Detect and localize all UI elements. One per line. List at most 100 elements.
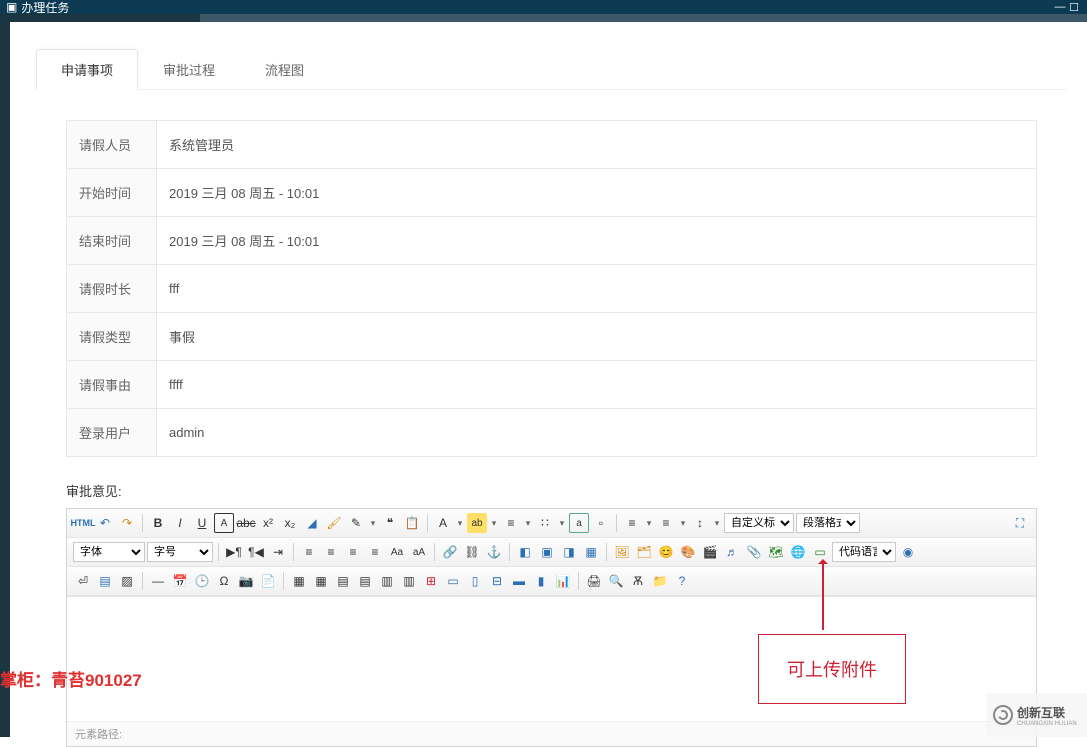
redo-icon[interactable]: ↷ (117, 513, 137, 533)
field-label: 请假事由 (67, 361, 157, 409)
dropdown-icon[interactable]: ▾ (557, 518, 567, 529)
emoji-icon[interactable]: 😊 (656, 542, 676, 562)
split-rows-icon[interactable]: ▬ (509, 571, 529, 591)
line-height-icon[interactable]: ≡ (656, 513, 676, 533)
dropdown-icon[interactable]: ▾ (712, 518, 722, 529)
tab-flowchart[interactable]: 流程图 (240, 49, 329, 90)
merge-down-icon[interactable]: ▯ (465, 571, 485, 591)
bold-icon[interactable]: B (148, 513, 168, 533)
insert-col-icon[interactable]: ▥ (377, 571, 397, 591)
unordered-list-icon[interactable]: ∷ (535, 513, 555, 533)
image-left-icon[interactable]: ◧ (515, 542, 535, 562)
dropdown-icon[interactable]: ▾ (523, 518, 533, 529)
line-spacing-icon[interactable]: ↕ (690, 513, 710, 533)
attachment-icon[interactable]: 📎 (744, 542, 764, 562)
ltr-icon[interactable]: ▶¶ (224, 542, 244, 562)
backcolor-icon[interactable]: ab (467, 513, 487, 533)
webapp-icon[interactable]: ◉ (898, 542, 918, 562)
time-icon[interactable]: 🕒 (192, 571, 212, 591)
split-cells-icon[interactable]: ⊟ (487, 571, 507, 591)
background-icon[interactable]: ▨ (117, 571, 137, 591)
indent-icon[interactable]: ⇥ (268, 542, 288, 562)
merge-cells-icon[interactable]: ⊞ (421, 571, 441, 591)
undo-icon[interactable]: ↶ (95, 513, 115, 533)
image-right-icon[interactable]: ◨ (559, 542, 579, 562)
paste-plain-icon[interactable]: 📋 (402, 513, 422, 533)
template-icon[interactable]: ▤ (95, 571, 115, 591)
forecolor-icon[interactable]: A (433, 513, 453, 533)
align-center-icon[interactable]: ≡ (321, 542, 341, 562)
dropdown-icon[interactable]: ▾ (678, 518, 688, 529)
insert-table-icon[interactable]: ▦ (289, 571, 309, 591)
dropdown-icon[interactable]: ▾ (455, 518, 465, 529)
field-value: 2019 三月 08 周五 - 10:01 (157, 169, 1037, 217)
insert-image-multi-icon[interactable]: 🗂 (634, 542, 654, 562)
special-char-icon[interactable]: Ω (214, 571, 234, 591)
tab-approval-process[interactable]: 审批过程 (138, 49, 240, 90)
html-source-button[interactable]: HTML (73, 513, 93, 533)
remove-format-icon[interactable]: ✎ (346, 513, 366, 533)
link-icon[interactable]: 🔗 (440, 542, 460, 562)
italic-icon[interactable]: I (170, 513, 190, 533)
horizontal-rule-icon[interactable]: — (148, 571, 168, 591)
music-icon[interactable]: ♬ (722, 542, 742, 562)
window-icon: ▣ (6, 0, 17, 14)
dropdown-icon[interactable]: ▾ (489, 518, 499, 529)
delete-col-icon[interactable]: ▥ (399, 571, 419, 591)
paragraph-format-select[interactable]: 段落格式 (796, 513, 860, 533)
underline-icon[interactable]: U (192, 513, 212, 533)
fullscreen-icon[interactable]: ⛶ (1010, 513, 1030, 533)
row-spacing-icon[interactable]: ≡ (622, 513, 642, 533)
touppercase-icon[interactable]: Aa (387, 542, 407, 562)
align-right-icon[interactable]: ≡ (343, 542, 363, 562)
unlink-icon[interactable]: ⛓ (462, 542, 482, 562)
insert-image-icon[interactable]: 🖼 (612, 542, 632, 562)
insert-row-icon[interactable]: ▤ (333, 571, 353, 591)
font-border-icon[interactable]: A (214, 513, 234, 533)
split-cols-icon[interactable]: ▮ (531, 571, 551, 591)
minimize-button[interactable]: — (1053, 1, 1067, 13)
scrawl-icon[interactable]: 🎨 (678, 542, 698, 562)
select-all-icon[interactable]: a (569, 513, 589, 533)
wordimage-icon[interactable]: 📄 (258, 571, 278, 591)
delete-table-icon[interactable]: ▦ (311, 571, 331, 591)
search-replace-icon[interactable]: Ѫ (628, 571, 648, 591)
align-justify-icon[interactable]: ≡ (365, 542, 385, 562)
ordered-list-icon[interactable]: ≡ (501, 513, 521, 533)
gmap-icon[interactable]: 🌐 (788, 542, 808, 562)
eraser-icon[interactable]: ◢ (302, 513, 322, 533)
drafts-icon[interactable]: 📁 (650, 571, 670, 591)
print-icon[interactable]: 🖨 (584, 571, 604, 591)
annotation-text: 可上传附件 (787, 656, 877, 682)
blockquote-icon[interactable]: ❝ (380, 513, 400, 533)
anchor-icon[interactable]: ⚓ (484, 542, 504, 562)
image-center-icon[interactable]: ▣ (537, 542, 557, 562)
merge-right-icon[interactable]: ▭ (443, 571, 463, 591)
dropdown-icon[interactable]: ▾ (368, 518, 378, 529)
charts-icon[interactable]: 📊 (553, 571, 573, 591)
font-family-select[interactable]: 字体 (73, 542, 145, 562)
tolowercase-icon[interactable]: aA (409, 542, 429, 562)
pagebreak-icon[interactable]: ⏎ (73, 571, 93, 591)
maximize-button[interactable]: ☐ (1067, 1, 1081, 14)
map-icon[interactable]: 🗺 (766, 542, 786, 562)
custom-style-select[interactable]: 自定义标题 (724, 513, 794, 533)
dropdown-icon[interactable]: ▾ (644, 518, 654, 529)
snapscreen-icon[interactable]: 📷 (236, 571, 256, 591)
tab-application[interactable]: 申请事项 (36, 49, 138, 90)
subscript-icon[interactable]: x₂ (280, 513, 300, 533)
strikethrough-icon[interactable]: abc (236, 513, 256, 533)
font-size-select[interactable]: 字号 (147, 542, 213, 562)
image-none-icon[interactable]: ▦ (581, 542, 601, 562)
preview-icon[interactable]: 🔍 (606, 571, 626, 591)
help-icon[interactable]: ? (672, 571, 692, 591)
superscript-icon[interactable]: x² (258, 513, 278, 533)
align-left-icon[interactable]: ≡ (299, 542, 319, 562)
video-icon[interactable]: 🎬 (700, 542, 720, 562)
date-icon[interactable]: 📅 (170, 571, 190, 591)
rtl-icon[interactable]: ¶◀ (246, 542, 266, 562)
code-language-select[interactable]: 代码语言 (832, 542, 896, 562)
new-page-icon[interactable]: ▫ (591, 513, 611, 533)
format-brush-icon[interactable]: 🖌 (324, 513, 344, 533)
delete-row-icon[interactable]: ▤ (355, 571, 375, 591)
